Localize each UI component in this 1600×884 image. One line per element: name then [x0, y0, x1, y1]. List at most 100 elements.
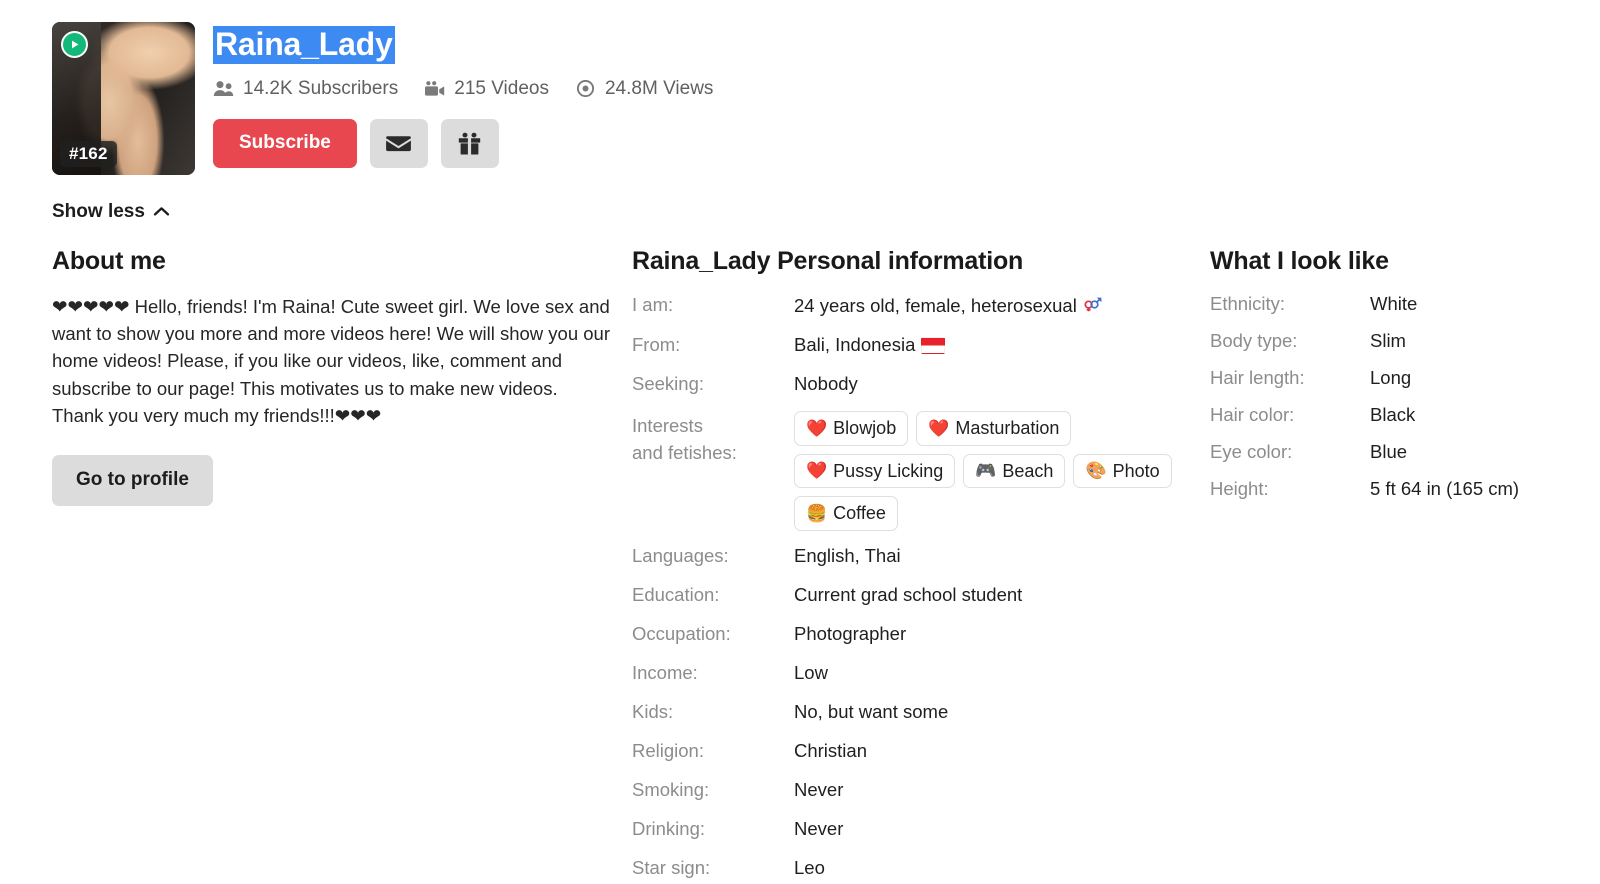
info-row-education: Education: Current grad school student [632, 583, 1210, 607]
info-value: Bali, Indonesia [794, 333, 946, 357]
show-less-label: Show less [52, 201, 145, 222]
hamburger-icon: 🍔 [806, 503, 828, 523]
message-button[interactable] [369, 118, 428, 168]
profile-page: #162 Raina_Lady 14.2K Subscribers 215 Vi… [0, 0, 1600, 884]
look-row-hair-color: Hair color: Black [1210, 404, 1600, 426]
info-value-text: 24 years old, female, heterosexual [794, 294, 1077, 316]
info-row-i-am: I am: 24 years old, female, heterosexual [632, 293, 1210, 318]
gift-icon [458, 132, 481, 155]
stat-subscribers-text: 14.2K Subscribers [243, 77, 399, 99]
flag-indonesia-icon [921, 336, 946, 354]
show-less-toggle[interactable]: Show less [52, 201, 170, 223]
info-value: Leo [794, 857, 825, 879]
look-row-body-type: Body type: Slim [1210, 330, 1600, 352]
info-value: English, Thai [794, 544, 901, 566]
info-row-income: Income: Low [632, 661, 1210, 685]
look-value: Long [1370, 367, 1412, 388]
look-label: Ethnicity: [1210, 293, 1286, 314]
stat-views-text: 24.8M Views [604, 77, 714, 99]
look-row-eye-color: Eye color: Blue [1210, 441, 1600, 463]
look-value: 5 ft 64 in (165 cm) [1370, 478, 1520, 499]
look-row-ethnicity: Ethnicity: White [1210, 293, 1600, 315]
info-value: Christian [794, 739, 867, 761]
info-label: Star sign: [632, 857, 711, 879]
heart-icon: ❤️ [806, 418, 828, 438]
stat-views: 24.8M Views [575, 78, 713, 100]
heart-icon: ❤️ [928, 418, 950, 438]
profile-columns: About me ❤❤❤❤❤ Hello, friends! I'm Raina… [0, 223, 1600, 884]
look-label: Hair color: [1210, 404, 1295, 425]
subscribe-button[interactable]: Subscribe [213, 118, 357, 168]
interest-tag-label: Coffee [833, 503, 886, 524]
go-to-profile-button[interactable]: Go to profile [52, 454, 213, 506]
info-value: Never [794, 778, 844, 800]
stat-videos: 215 Videos [424, 78, 549, 100]
interest-tag[interactable]: ❤️ Pussy Licking [794, 453, 956, 489]
interest-tag[interactable]: ❤️ Blowjob [794, 411, 909, 446]
play-icon[interactable] [61, 31, 88, 58]
info-label: Seeking: [632, 373, 704, 395]
interests-label-line2: and fetishes: [632, 441, 737, 463]
username[interactable]: Raina_Lady [213, 26, 395, 64]
info-value: Never [794, 817, 844, 839]
interest-tag[interactable]: 🎮 Beach [963, 453, 1066, 489]
info-label: Education: [632, 583, 720, 605]
info-label: Drinking: [632, 817, 705, 839]
stat-subscribers: 14.2K Subscribers [213, 78, 398, 100]
info-row-interests: Interests and fetishes: ❤️ Blowjob ❤️ Ma… [632, 411, 1210, 531]
info-label: Occupation: [632, 622, 731, 644]
info-value-text: Bali, Indonesia [794, 334, 916, 356]
interest-tag[interactable]: ❤️ Masturbation [916, 411, 1072, 446]
info-value: Low [794, 661, 828, 683]
info-value: No, but want some [794, 700, 949, 722]
info-value: Photographer [794, 622, 907, 644]
info-row-religion: Religion: Christian [632, 739, 1210, 763]
chevron-up-icon [153, 201, 170, 223]
envelope-icon [386, 134, 412, 153]
info-row-from: From: Bali, Indonesia [632, 333, 1210, 357]
look-value: White [1370, 293, 1418, 314]
avatar[interactable]: #162 [52, 22, 195, 175]
look-label: Height: [1210, 478, 1269, 499]
info-value: Nobody [794, 373, 858, 395]
info-label: Kids: [632, 700, 674, 722]
look-value: Black [1370, 404, 1416, 425]
stat-videos-text: 215 Videos [454, 77, 549, 99]
info-row-drinking: Drinking: Never [632, 817, 1210, 841]
look-value: Blue [1370, 441, 1408, 462]
look-row-height: Height: 5 ft 64 in (165 cm) [1210, 478, 1600, 500]
interests-label-line1: Interests [632, 415, 703, 437]
eye-icon [575, 80, 596, 98]
info-row-kids: Kids: No, but want some [632, 700, 1210, 724]
interest-tag-label: Photo [1112, 460, 1160, 481]
video-camera-icon [424, 80, 445, 97]
about-text: ❤❤❤❤❤ Hello, friends! I'm Raina! Cute sw… [52, 296, 611, 426]
gift-button[interactable] [440, 118, 499, 168]
about-title: About me [52, 247, 166, 275]
info-label: Income: [632, 661, 698, 683]
appearance-title: What I look like [1210, 247, 1389, 275]
profile-header-info: Raina_Lady 14.2K Subscribers 215 Videos … [213, 22, 713, 168]
look-label: Eye color: [1210, 441, 1293, 462]
info-label: Smoking: [632, 778, 710, 800]
look-value: Slim [1370, 330, 1406, 351]
interest-tag[interactable]: 🍔 Coffee [794, 496, 898, 531]
info-label: Languages: [632, 544, 729, 566]
gamepad-icon: 🎮 [975, 461, 997, 481]
heart-icon: ❤️ [806, 461, 828, 481]
users-icon [213, 80, 234, 97]
profile-header: #162 Raina_Lady 14.2K Subscribers 215 Vi… [0, 0, 1600, 175]
info-value: 24 years old, female, heterosexual [794, 293, 1102, 318]
interest-tag-label: Beach [1002, 460, 1054, 481]
profile-actions: Subscribe [213, 118, 713, 168]
palette-icon: 🎨 [1085, 461, 1107, 481]
interest-tag[interactable]: 🎨 Photo [1073, 453, 1172, 489]
gender-heterosexual-icon [1083, 293, 1102, 318]
info-row-occupation: Occupation: Photographer [632, 622, 1210, 646]
info-row-seeking: Seeking: Nobody [632, 372, 1210, 396]
interest-tag-label: Masturbation [955, 418, 1060, 439]
personal-information-column: Raina_Lady Personal information I am: 24… [632, 247, 1210, 884]
info-label-interests: Interests and fetishes: [632, 411, 794, 467]
look-row-hair-length: Hair length: Long [1210, 367, 1600, 389]
info-label: I am: [632, 294, 674, 315]
